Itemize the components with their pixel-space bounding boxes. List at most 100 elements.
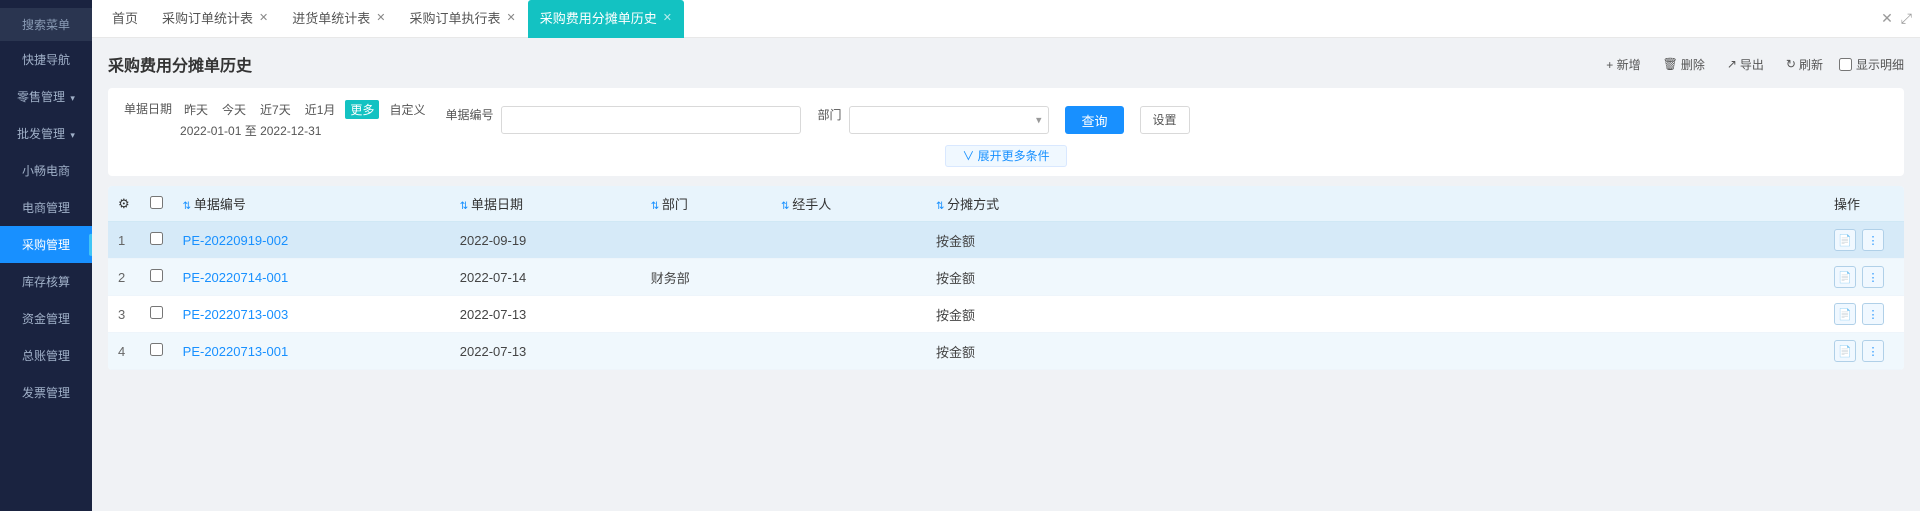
page-header: 采购费用分摊单历史 + 新增 🗑 删除 ↗ 导出 ↻ 刷新 (108, 52, 1904, 76)
row-checkbox[interactable] (150, 232, 163, 245)
th-dept[interactable]: ⇅ 部门 (641, 186, 771, 222)
expand-icon[interactable]: ⤢ (1901, 10, 1912, 27)
row-checkbox-cell (140, 333, 173, 370)
page-title: 采购费用分摊单历史 (108, 52, 252, 76)
th-split-method[interactable]: ⇅ 分摊方式 (926, 186, 1824, 222)
refresh-button[interactable]: ↻ 刷新 (1780, 53, 1829, 76)
show-detail-checkbox-label[interactable]: 显示明细 (1839, 56, 1904, 73)
date-btn-1month[interactable]: 近1月 (301, 100, 340, 119)
date-filter-col: 昨天 今天 近7天 近1月 更多 自定义 2022-01-01 至 2022-1… (180, 100, 429, 139)
tab-home[interactable]: 首页 (100, 0, 150, 38)
row-checkbox-cell (140, 259, 173, 296)
tab-close-inbound-stats[interactable]: ✕ (376, 11, 385, 24)
tab-purchase-stats[interactable]: 采购订单统计表 ✕ (150, 0, 280, 38)
sidebar-item-finance[interactable]: 资金管理 (0, 300, 92, 337)
table-row: 2 PE-20220714-001 2022-07-14 财务部 按金额 📄 ⋮ (108, 259, 1904, 296)
date-btn-today[interactable]: 今天 (218, 100, 250, 119)
more-icon[interactable]: ⋮ (1862, 340, 1884, 362)
tab-bar: 首页 采购订单统计表 ✕ 进货单统计表 ✕ 采购订单执行表 ✕ 采购费用分摊单历… (92, 0, 1920, 38)
bill-no-link[interactable]: PE-20220713-003 (183, 307, 289, 322)
tab-purchase-exec[interactable]: 采购订单执行表 ✕ (397, 0, 527, 38)
date-btn-7days[interactable]: 近7天 (256, 100, 295, 119)
table-container: ⚙ ⇅ 单据编号 ⇅ 单据日期 (108, 186, 1904, 370)
tab-purchase-fee[interactable]: 采购费用分摊单历史 ✕ (528, 0, 684, 38)
sort-icon: ⇅ (651, 201, 662, 212)
sidebar-item-invoice[interactable]: 发票管理 (0, 374, 92, 411)
sidebar-item-quicknav[interactable]: 快捷导航 (0, 41, 92, 78)
row-split-method: 按金额 (926, 333, 1824, 370)
row-num: 1 (108, 222, 140, 259)
sidebar-item-ecommerce[interactable]: 电商管理 (0, 189, 92, 226)
sidebar-item-ledger[interactable]: 总账管理 (0, 337, 92, 374)
sidebar-item-purchase[interactable]: 采购管理 (0, 226, 92, 263)
delete-button[interactable]: 🗑 删除 (1657, 53, 1711, 76)
row-date: 2022-07-13 (450, 333, 641, 370)
table-row: 1 PE-20220919-002 2022-09-19 按金额 📄 ⋮ (108, 222, 1904, 259)
row-actions: 📄 ⋮ (1824, 259, 1904, 296)
settings-icon[interactable]: ⚙ (118, 196, 130, 211)
row-checkbox[interactable] (150, 269, 163, 282)
table-header-row: ⚙ ⇅ 单据编号 ⇅ 单据日期 (108, 186, 1904, 222)
edit-icon[interactable]: 📄 (1834, 340, 1856, 362)
sidebar: 搜索菜单 快捷导航 零售管理 ▾ 批发管理 ▾ 小畅电商 电商管理 采购管理 库… (0, 0, 92, 511)
row-date: 2022-07-13 (450, 296, 641, 333)
row-checkbox-cell (140, 222, 173, 259)
more-icon[interactable]: ⋮ (1862, 266, 1884, 288)
expand-button[interactable]: ∨ 展开更多条件 (945, 145, 1066, 167)
bill-no-input[interactable] (501, 106, 801, 134)
sidebar-item-search[interactable]: 搜索菜单 (0, 8, 92, 41)
bill-no-link[interactable]: PE-20220919-002 (183, 233, 289, 248)
date-btn-more[interactable]: 更多 (345, 100, 379, 119)
close-icon[interactable]: ✕ (1881, 10, 1893, 27)
row-bill-no[interactable]: PE-20220713-003 (173, 296, 450, 333)
row-checkbox-cell (140, 296, 173, 333)
row-handler (771, 296, 926, 333)
more-icon[interactable]: ⋮ (1862, 229, 1884, 251)
row-actions: 📄 ⋮ (1824, 222, 1904, 259)
date-btn-yesterday[interactable]: 昨天 (180, 100, 212, 119)
sidebar-item-wholesale[interactable]: 批发管理 ▾ (0, 115, 92, 152)
th-settings[interactable]: ⚙ (108, 186, 140, 222)
bill-no-link[interactable]: PE-20220713-001 (183, 344, 289, 359)
th-bill-no[interactable]: ⇅ 单据编号 (173, 186, 450, 222)
settings-button[interactable]: 设置 (1140, 106, 1190, 134)
table-row: 3 PE-20220713-003 2022-07-13 按金额 📄 ⋮ (108, 296, 1904, 333)
row-handler (771, 222, 926, 259)
date-btn-custom[interactable]: 自定义 (385, 100, 429, 119)
row-split-method: 按金额 (926, 259, 1824, 296)
row-bill-no[interactable]: PE-20220919-002 (173, 222, 450, 259)
tab-close-purchase-exec[interactable]: ✕ (507, 11, 516, 24)
row-checkbox[interactable] (150, 343, 163, 356)
row-num: 3 (108, 296, 140, 333)
th-handler[interactable]: ⇅ 经手人 (771, 186, 926, 222)
row-dept (641, 296, 771, 333)
sidebar-item-inventory[interactable]: 库存核算 (0, 263, 92, 300)
export-button[interactable]: ↗ 导出 (1721, 53, 1770, 76)
edit-icon[interactable]: 📄 (1834, 303, 1856, 325)
add-button[interactable]: + 新增 (1600, 53, 1646, 76)
chevron-down-icon: ∨ (962, 149, 977, 163)
chevron-down-icon: ▾ (70, 130, 75, 140)
query-button[interactable]: 查询 (1065, 106, 1123, 134)
edit-icon[interactable]: 📄 (1834, 229, 1856, 251)
edit-icon[interactable]: 📄 (1834, 266, 1856, 288)
row-checkbox[interactable] (150, 306, 163, 319)
dept-label: 部门 (817, 106, 841, 123)
row-bill-no[interactable]: PE-20220713-001 (173, 333, 450, 370)
th-date[interactable]: ⇅ 单据日期 (450, 186, 641, 222)
tab-close-purchase-fee[interactable]: ✕ (663, 11, 672, 24)
sort-icon: ⇅ (183, 201, 194, 212)
dept-input[interactable] (849, 106, 1049, 134)
row-bill-no[interactable]: PE-20220714-001 (173, 259, 450, 296)
sidebar-item-retail[interactable]: 零售管理 ▾ (0, 78, 92, 115)
date-range-display: 2022-01-01 至 2022-12-31 (180, 122, 429, 139)
bill-no-filter-group: 单据编号 (445, 106, 801, 134)
more-icon[interactable]: ⋮ (1862, 303, 1884, 325)
tab-close-purchase-stats[interactable]: ✕ (259, 11, 268, 24)
show-detail-checkbox[interactable] (1839, 58, 1852, 71)
row-split-method: 按金额 (926, 296, 1824, 333)
tab-inbound-stats[interactable]: 进货单统计表 ✕ (280, 0, 397, 38)
bill-no-link[interactable]: PE-20220714-001 (183, 270, 289, 285)
select-all-checkbox[interactable] (150, 196, 163, 209)
sidebar-item-mini[interactable]: 小畅电商 (0, 152, 92, 189)
